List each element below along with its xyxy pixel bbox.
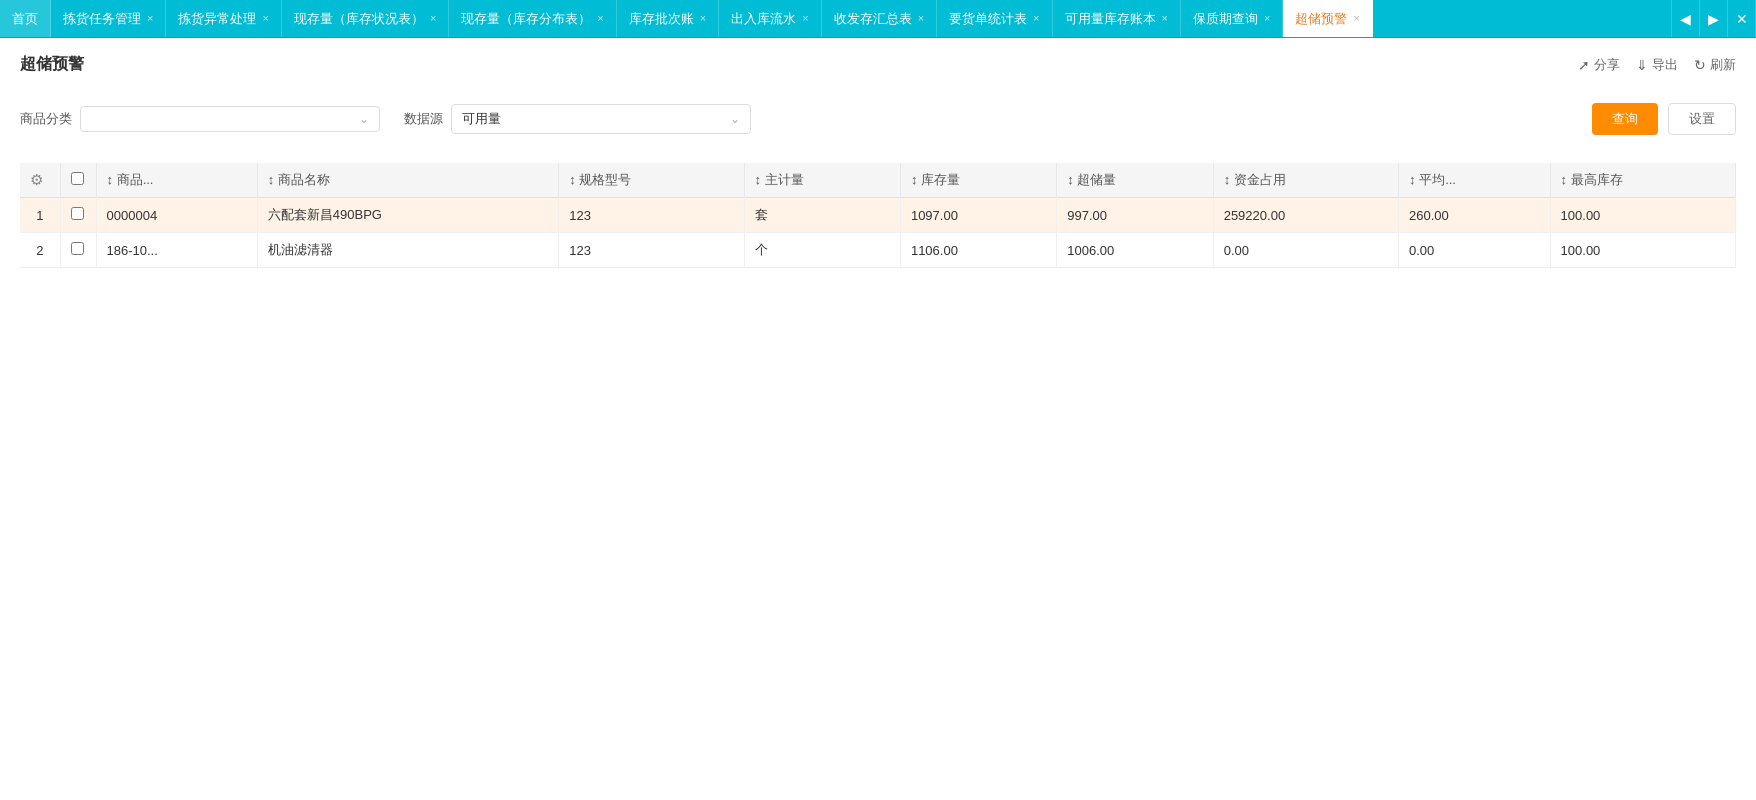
share-icon: ➚ bbox=[1578, 57, 1590, 73]
row-unit: 个 bbox=[744, 233, 900, 268]
nav-overstock[interactable]: 超储预警 × bbox=[1283, 0, 1372, 37]
row-capital: 259220.00 bbox=[1213, 198, 1398, 233]
table-row: 2 186-10... 机油滤清器 123 个 1106.00 1006.00 … bbox=[20, 233, 1736, 268]
nav-demand[interactable]: 要货单统计表 × bbox=[937, 0, 1052, 37]
row-index: 2 bbox=[20, 233, 60, 268]
th-stock[interactable]: ↕ 库存量 bbox=[900, 163, 1056, 198]
close-icon[interactable]: × bbox=[147, 13, 153, 24]
settings-button[interactable]: 设置 bbox=[1668, 103, 1736, 135]
row-product-name: 六配套新昌490BPG bbox=[257, 198, 558, 233]
nav-task-mgmt[interactable]: 拣货任务管理 × bbox=[51, 0, 166, 37]
th-max-stock[interactable]: ↕ 最高库存 bbox=[1550, 163, 1735, 198]
share-button[interactable]: ➚ 分享 bbox=[1578, 56, 1620, 74]
row-product-code: 0000004 bbox=[96, 198, 257, 233]
th-spec[interactable]: ↕ 规格型号 bbox=[559, 163, 744, 198]
data-table: ⚙ ↕ 商品... ↕ 商品名称 ↕ 规格型号 ↕ bbox=[20, 163, 1736, 268]
filter-row: 商品分类 ⌄ 数据源 可用量 ⌄ 查询 设置 bbox=[20, 91, 1736, 147]
category-label: 商品分类 bbox=[20, 110, 72, 128]
nav-close-all-button[interactable]: ✕ bbox=[1728, 0, 1756, 38]
row-product-name: 机油滤清器 bbox=[257, 233, 558, 268]
nav-home[interactable]: 首页 bbox=[0, 0, 51, 37]
select-all-checkbox[interactable] bbox=[71, 172, 84, 185]
th-checkbox bbox=[60, 163, 96, 198]
category-select[interactable]: ⌄ bbox=[80, 106, 380, 132]
row-stock: 1097.00 bbox=[900, 198, 1056, 233]
row-product-code: 186-10... bbox=[96, 233, 257, 268]
table-header-row: ⚙ ↕ 商品... ↕ 商品名称 ↕ 规格型号 ↕ bbox=[20, 163, 1736, 198]
row-avg: 260.00 bbox=[1399, 198, 1551, 233]
row-spec: 123 bbox=[559, 233, 744, 268]
row-checkbox[interactable] bbox=[60, 198, 96, 233]
th-over-stock[interactable]: ↕ 超储量 bbox=[1057, 163, 1213, 198]
close-icon[interactable]: × bbox=[1264, 13, 1270, 24]
page-header: 超储预警 ➚ 分享 ⇓ 导出 ↻ 刷新 bbox=[20, 54, 1736, 75]
page-title: 超储预警 bbox=[20, 54, 84, 75]
refresh-icon: ↻ bbox=[1694, 57, 1706, 73]
datasource-label: 数据源 bbox=[404, 110, 443, 128]
close-icon[interactable]: × bbox=[1033, 13, 1039, 24]
category-filter: 商品分类 ⌄ bbox=[20, 106, 380, 132]
row-stock: 1106.00 bbox=[900, 233, 1056, 268]
row-max-stock: 100.00 bbox=[1550, 233, 1735, 268]
export-button[interactable]: ⇓ 导出 bbox=[1636, 56, 1678, 74]
close-icon[interactable]: × bbox=[597, 13, 603, 24]
query-button[interactable]: 查询 bbox=[1592, 103, 1658, 135]
row-unit: 套 bbox=[744, 198, 900, 233]
nav-exception[interactable]: 拣货异常处理 × bbox=[166, 0, 281, 37]
nav-prev-button[interactable]: ◀ bbox=[1672, 0, 1700, 38]
nav-stock-dist[interactable]: 现存量（库存分布表） × bbox=[449, 0, 616, 37]
top-navigation: 首页 拣货任务管理 × 拣货异常处理 × 现存量（库存状况表） × 现存量（库存… bbox=[0, 0, 1756, 38]
row-spec: 123 bbox=[559, 198, 744, 233]
th-avg[interactable]: ↕ 平均... bbox=[1399, 163, 1551, 198]
row-avg: 0.00 bbox=[1399, 233, 1551, 268]
close-icon[interactable]: × bbox=[262, 13, 268, 24]
row-checkbox[interactable] bbox=[60, 233, 96, 268]
row-max-stock: 100.00 bbox=[1550, 198, 1735, 233]
header-actions: ➚ 分享 ⇓ 导出 ↻ 刷新 bbox=[1578, 56, 1736, 74]
close-icon[interactable]: × bbox=[1353, 13, 1359, 24]
chevron-down-icon: ⌄ bbox=[359, 112, 369, 126]
th-settings: ⚙ bbox=[20, 163, 60, 198]
nav-next-button[interactable]: ▶ bbox=[1700, 0, 1728, 38]
row-index: 1 bbox=[20, 198, 60, 233]
main-content: 超储预警 ➚ 分享 ⇓ 导出 ↻ 刷新 商品分类 ⌄ 数据源 bbox=[0, 38, 1756, 800]
nav-batch[interactable]: 库存批次账 × bbox=[617, 0, 719, 37]
nav-stock-status[interactable]: 现存量（库存状况表） × bbox=[282, 0, 449, 37]
nav-scroll-arrows: ◀ ▶ ✕ bbox=[1671, 0, 1756, 38]
th-product-code[interactable]: ↕ 商品... bbox=[96, 163, 257, 198]
row-over-stock: 1006.00 bbox=[1057, 233, 1213, 268]
datasource-value: 可用量 bbox=[462, 110, 501, 128]
nav-quality[interactable]: 保质期查询 × bbox=[1181, 0, 1283, 37]
th-unit[interactable]: ↕ 主计量 bbox=[744, 163, 900, 198]
th-capital[interactable]: ↕ 资金占用 bbox=[1213, 163, 1398, 198]
th-product-name[interactable]: ↕ 商品名称 bbox=[257, 163, 558, 198]
close-icon[interactable]: × bbox=[918, 13, 924, 24]
close-icon[interactable]: × bbox=[1162, 13, 1168, 24]
datasource-filter: 数据源 可用量 ⌄ bbox=[404, 104, 751, 134]
chevron-down-icon: ⌄ bbox=[730, 112, 740, 126]
row-over-stock: 997.00 bbox=[1057, 198, 1213, 233]
refresh-button[interactable]: ↻ 刷新 bbox=[1694, 56, 1736, 74]
nav-inout[interactable]: 出入库流水 × bbox=[719, 0, 821, 37]
close-icon[interactable]: × bbox=[802, 13, 808, 24]
filter-actions: 查询 设置 bbox=[1592, 103, 1736, 135]
datasource-select[interactable]: 可用量 ⌄ bbox=[451, 104, 751, 134]
nav-available[interactable]: 可用量库存账本 × bbox=[1053, 0, 1181, 37]
close-icon[interactable]: × bbox=[700, 13, 706, 24]
nav-summary[interactable]: 收发存汇总表 × bbox=[822, 0, 937, 37]
export-icon: ⇓ bbox=[1636, 57, 1648, 73]
table-row: 1 0000004 六配套新昌490BPG 123 套 1097.00 997.… bbox=[20, 198, 1736, 233]
close-icon[interactable]: × bbox=[430, 13, 436, 24]
row-capital: 0.00 bbox=[1213, 233, 1398, 268]
settings-gear-icon[interactable]: ⚙ bbox=[30, 171, 43, 188]
